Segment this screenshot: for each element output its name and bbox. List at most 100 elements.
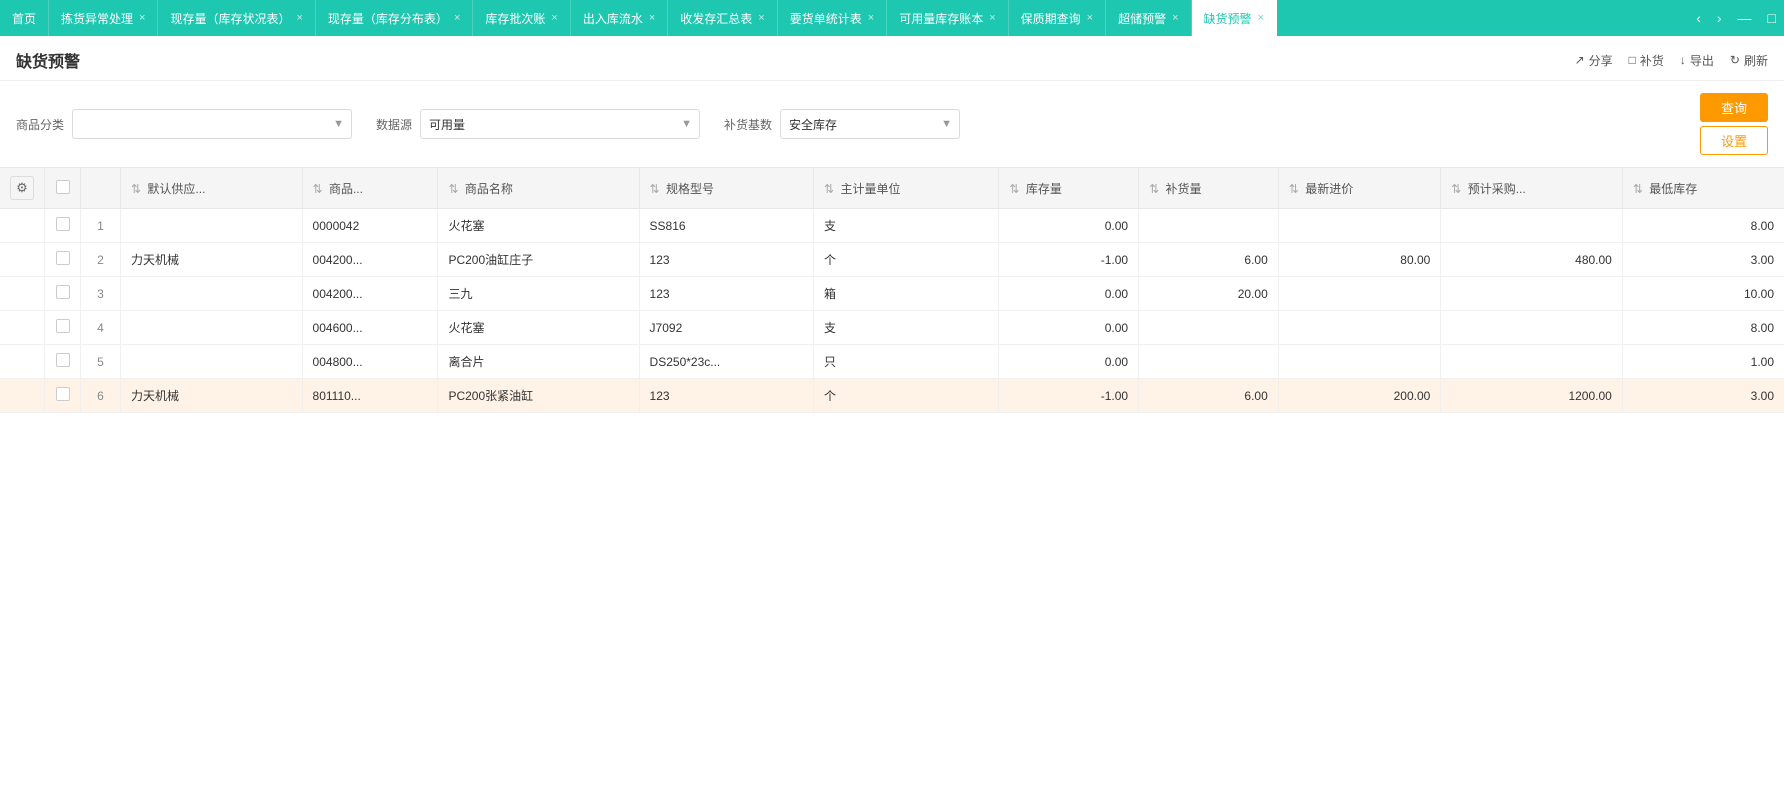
tab-keyong[interactable]: 可用量库存账本 ×: [887, 0, 1008, 36]
replenish-basis-select[interactable]: 安全库存: [780, 109, 960, 139]
replenish-basis-label: 补货基数: [724, 116, 772, 133]
th-supplier[interactable]: ⇅ 默认供应...: [121, 168, 303, 209]
tab-close-active-icon[interactable]: ×: [1258, 12, 1264, 24]
sort-icon: ⇅: [650, 182, 660, 196]
tab-chaochuyujing[interactable]: 超储预警 ×: [1106, 0, 1191, 36]
td-spec: 123: [639, 277, 814, 311]
filter-bar: 商品分类 ▼ 数据源 可用量 ▼ 补货基数 安全库存: [0, 81, 1784, 167]
query-button[interactable]: 查询: [1700, 93, 1768, 122]
tab-close-icon[interactable]: ×: [139, 12, 145, 24]
table-row[interactable]: 4 004600... 火花塞 J7092 支 0.00 8.00: [0, 311, 1784, 345]
export-button[interactable]: ↓ 导出: [1680, 52, 1714, 69]
tab-close-icon[interactable]: ×: [1172, 12, 1178, 24]
th-latest-price[interactable]: ⇅ 最新进价: [1278, 168, 1441, 209]
td-check[interactable]: [45, 379, 81, 413]
td-product-code: 0000042: [302, 209, 438, 243]
table-row[interactable]: 1 0000042 火花塞 SS816 支 0.00 8.00: [0, 209, 1784, 243]
tab-kucpici[interactable]: 库存批次账 ×: [473, 0, 570, 36]
table-row[interactable]: 2 力天机械 004200... PC200油缸庄子 123 个 -1.00 6…: [0, 243, 1784, 277]
share-icon: ↗: [1575, 53, 1585, 67]
row-checkbox[interactable]: [56, 251, 70, 265]
th-replenish-qty[interactable]: ⇅ 补货量: [1139, 168, 1279, 209]
tab-xianzunliang1[interactable]: 现存量（库存状况表） ×: [158, 0, 315, 36]
gear-icon[interactable]: ⚙: [10, 176, 34, 200]
tab-close-icon[interactable]: ×: [649, 12, 655, 24]
th-index: [81, 168, 121, 209]
th-check[interactable]: [45, 168, 81, 209]
datasource-select[interactable]: 可用量: [420, 109, 700, 139]
td-spec: 123: [639, 379, 814, 413]
th-gear[interactable]: ⚙: [0, 168, 45, 209]
td-supplier: [121, 209, 303, 243]
tab-home[interactable]: 首页: [0, 0, 49, 36]
td-unit: 个: [814, 379, 999, 413]
tab-close-icon[interactable]: ×: [296, 12, 302, 24]
window-maximize-button[interactable]: □: [1760, 0, 1784, 36]
td-check[interactable]: [45, 243, 81, 277]
category-select-wrapper[interactable]: ▼: [72, 109, 352, 139]
td-min-stock: 3.00: [1622, 379, 1784, 413]
category-select[interactable]: [72, 109, 352, 139]
sort-icon: ⇅: [313, 182, 323, 196]
settings-button[interactable]: 设置: [1700, 126, 1768, 155]
row-checkbox[interactable]: [56, 319, 70, 333]
row-checkbox[interactable]: [56, 285, 70, 299]
tab-close-icon[interactable]: ×: [989, 12, 995, 24]
th-est-purchase[interactable]: ⇅ 预计采购...: [1441, 168, 1623, 209]
tab-nav-buttons: ‹ › — □: [1688, 0, 1784, 36]
td-unit: 支: [814, 311, 999, 345]
sort-icon: ⇅: [131, 182, 141, 196]
td-supplier: [121, 277, 303, 311]
td-gear: [0, 311, 45, 345]
tab-close-icon[interactable]: ×: [454, 12, 460, 24]
sort-icon: ⇅: [1149, 182, 1159, 196]
td-check[interactable]: [45, 277, 81, 311]
replenish-button[interactable]: □ 补货: [1629, 52, 1664, 69]
tab-shoudahuizong[interactable]: 收发存汇总表 ×: [668, 0, 777, 36]
td-latest-price: [1278, 311, 1441, 345]
th-unit[interactable]: ⇅ 主计量单位: [814, 168, 999, 209]
replenish-basis-filter-group: 补货基数 安全库存 ▼: [724, 109, 960, 139]
tab-close-icon[interactable]: ×: [551, 12, 557, 24]
replenish-basis-select-wrapper[interactable]: 安全库存 ▼: [780, 109, 960, 139]
row-checkbox[interactable]: [56, 353, 70, 367]
row-checkbox[interactable]: [56, 387, 70, 401]
tab-taihuoyichang[interactable]: 拣货异常处理 ×: [49, 0, 158, 36]
td-gear: [0, 379, 45, 413]
td-latest-price: 200.00: [1278, 379, 1441, 413]
tab-close-icon[interactable]: ×: [758, 12, 764, 24]
table-row[interactable]: 5 004800... 离合片 DS250*23c... 只 0.00 1.00: [0, 345, 1784, 379]
window-minimize-button[interactable]: —: [1730, 0, 1760, 36]
th-product-code[interactable]: ⇅ 商品...: [302, 168, 438, 209]
tab-close-icon[interactable]: ×: [1087, 12, 1093, 24]
td-spec: DS250*23c...: [639, 345, 814, 379]
table-row[interactable]: 3 004200... 三九 123 箱 0.00 20.00 10.00: [0, 277, 1784, 311]
replenish-icon: □: [1629, 53, 1636, 67]
td-check[interactable]: [45, 311, 81, 345]
th-spec[interactable]: ⇅ 规格型号: [639, 168, 814, 209]
tab-churu[interactable]: 出入库流水 ×: [571, 0, 668, 36]
share-button[interactable]: ↗ 分享: [1575, 52, 1613, 69]
td-latest-price: 80.00: [1278, 243, 1441, 277]
td-index: 5: [81, 345, 121, 379]
td-check[interactable]: [45, 209, 81, 243]
row-checkbox[interactable]: [56, 217, 70, 231]
tab-xianzunliang2[interactable]: 现存量（库存分布表） ×: [316, 0, 473, 36]
td-index: 4: [81, 311, 121, 345]
tab-next-button[interactable]: ›: [1709, 0, 1730, 36]
th-stock[interactable]: ⇅ 库存量: [999, 168, 1139, 209]
refresh-button[interactable]: ↻ 刷新: [1730, 52, 1768, 69]
tab-quehuoyujing[interactable]: 缺货预警 ×: [1192, 0, 1277, 36]
th-product-name[interactable]: ⇅ 商品名称: [438, 168, 639, 209]
td-check[interactable]: [45, 345, 81, 379]
datasource-select-wrapper[interactable]: 可用量 ▼: [420, 109, 700, 139]
tab-close-icon[interactable]: ×: [868, 12, 874, 24]
tab-baozhiqi[interactable]: 保质期查询 ×: [1009, 0, 1106, 36]
table-row[interactable]: 6 力天机械 801110... PC200张紧油缸 123 个 -1.00 6…: [0, 379, 1784, 413]
tab-yaohuo[interactable]: 要货单统计表 ×: [778, 0, 887, 36]
select-all-checkbox[interactable]: [56, 180, 70, 194]
tab-prev-button[interactable]: ‹: [1688, 0, 1709, 36]
th-min-stock[interactable]: ⇅ 最低库存: [1622, 168, 1784, 209]
td-product-name: 火花塞: [438, 311, 639, 345]
td-spec: SS816: [639, 209, 814, 243]
